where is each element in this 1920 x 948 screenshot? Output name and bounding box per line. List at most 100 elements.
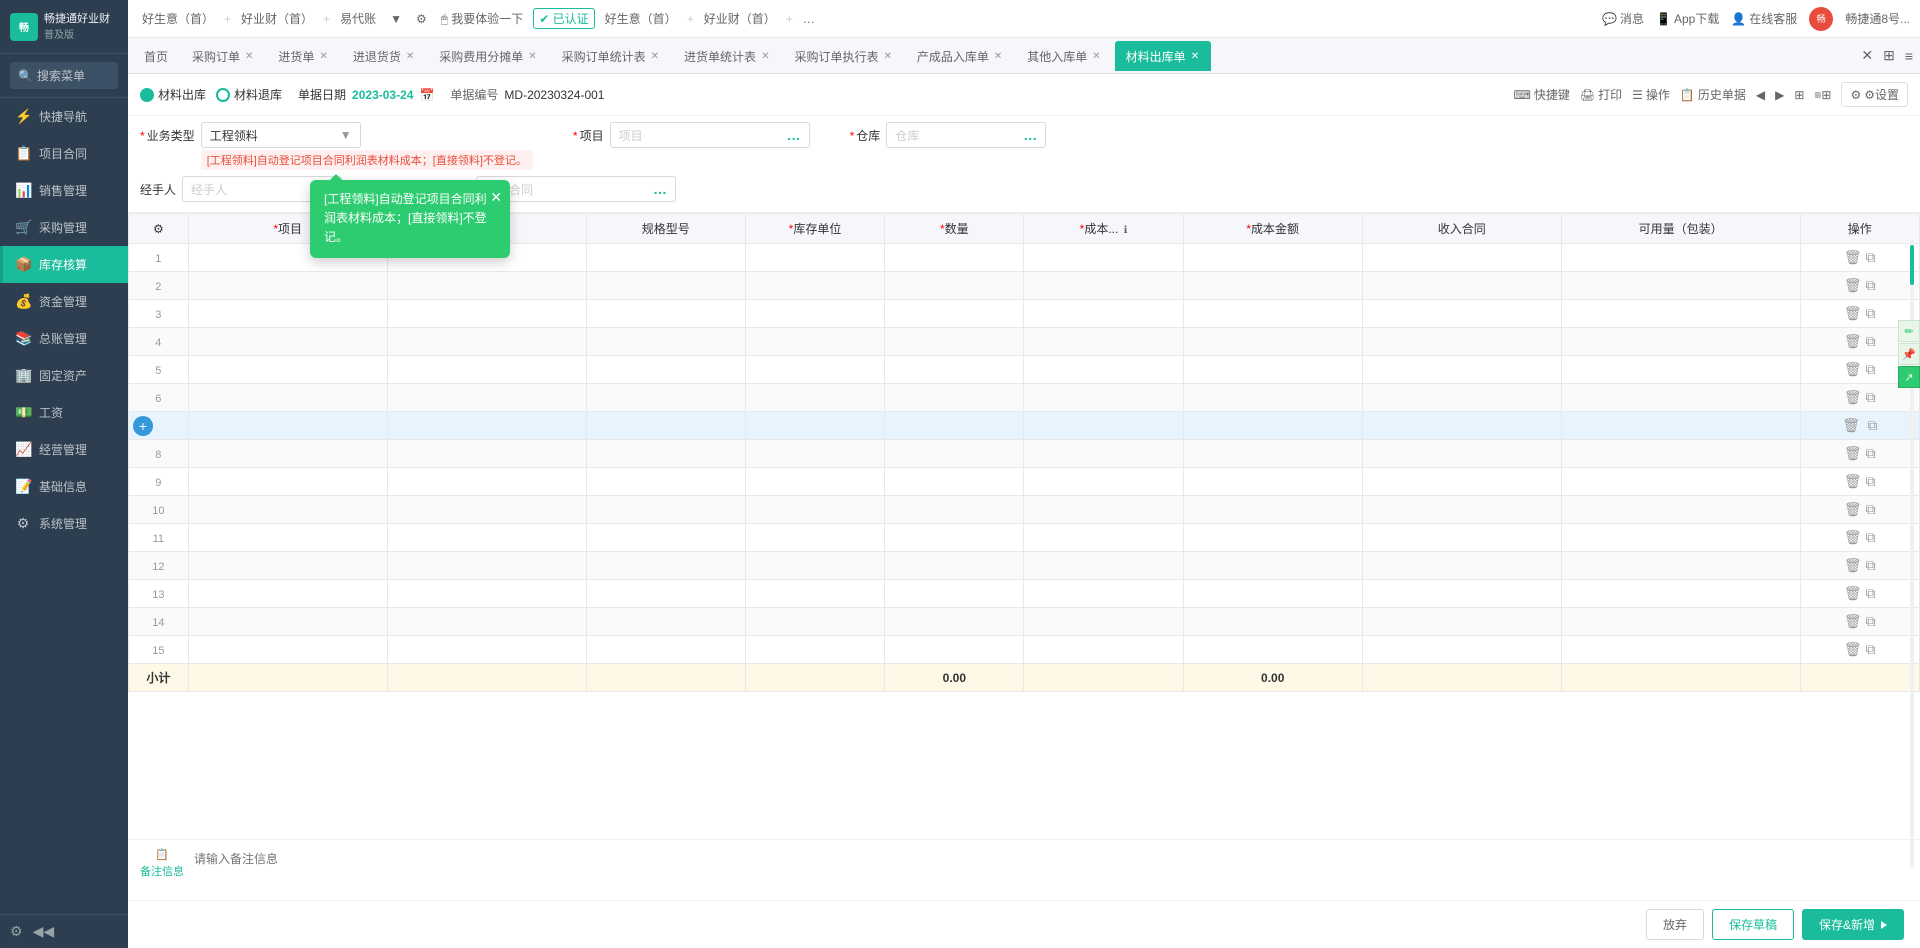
settings-footer-button[interactable]: ⚙ <box>10 923 23 940</box>
delete-row-13[interactable]: 🗑 <box>1842 583 1864 604</box>
settings-icon[interactable]: ⚙ <box>412 10 431 28</box>
th-settings[interactable]: ⚙ <box>129 214 189 244</box>
tab-home[interactable]: 首页 <box>133 41 179 71</box>
close-all-tabs-button[interactable]: ✕ <box>1859 45 1875 66</box>
tab-purchase-expense[interactable]: 采购费用分摊单 ✕ <box>428 41 548 71</box>
copy-row-3[interactable]: ⧉ <box>1864 303 1878 324</box>
copy-row-11[interactable]: ⧉ <box>1864 527 1878 548</box>
delete-row-5[interactable]: 🗑 <box>1842 359 1864 380</box>
nav-good-finance2[interactable]: 好业财（首） <box>700 8 780 29</box>
tab-goods-receipt[interactable]: 进货单 ✕ <box>267 41 339 71</box>
copy-add-row[interactable]: ⧉ <box>1865 415 1879 436</box>
tab-list-button[interactable]: ≡ <box>1903 46 1915 66</box>
delete-row-11[interactable]: 🗑 <box>1842 527 1864 548</box>
tab-close-execution[interactable]: ✕ <box>882 50 892 63</box>
delete-row-1[interactable]: 🗑 <box>1842 247 1864 268</box>
income-contract-expand-icon[interactable]: … <box>653 181 667 197</box>
search-menu-button[interactable]: 🔍 搜索菜单 <box>10 62 118 89</box>
history-button[interactable]: 📋 历史单据 <box>1680 86 1746 103</box>
radio-material-out[interactable]: 材料出库 <box>140 86 206 103</box>
copy-row-13[interactable]: ⧉ <box>1864 583 1878 604</box>
copy-row-12[interactable]: ⧉ <box>1864 555 1878 576</box>
copy-row-1[interactable]: ⧉ <box>1864 247 1878 268</box>
copy-row-15[interactable]: ⧉ <box>1864 639 1878 660</box>
nav-easy-bookkeeping[interactable]: 易代账 <box>336 8 380 29</box>
sidebar-item-quick-nav[interactable]: ⚡ 快捷导航 <box>0 98 128 135</box>
delete-row-6[interactable]: 🗑 <box>1842 387 1864 408</box>
copy-row-14[interactable]: ⧉ <box>1864 611 1878 632</box>
tab-close-finished-goods[interactable]: ✕ <box>993 50 1003 63</box>
tab-other-inbound[interactable]: 其他入库单 ✕ <box>1016 41 1112 71</box>
tab-close-purchase-order[interactable]: ✕ <box>244 50 254 63</box>
tab-close-purchase-stats[interactable]: ✕ <box>650 50 660 63</box>
nav-trial[interactable]: 🖱 我要体验一下 <box>437 8 528 29</box>
tooltip-close-button[interactable]: ✕ <box>490 186 502 208</box>
form-settings-button[interactable]: ⚙ ⚙设置 <box>1841 82 1908 107</box>
operation-button[interactable]: ☰ 操作 <box>1632 86 1670 103</box>
sidebar-item-finance[interactable]: 💰 资金管理 <box>0 283 128 320</box>
copy-row-9[interactable]: ⧉ <box>1864 471 1878 492</box>
tab-goods-stats[interactable]: 进货单统计表 ✕ <box>673 41 781 71</box>
delete-row-2[interactable]: 🗑 <box>1842 275 1864 296</box>
delete-row-8[interactable]: 🗑 <box>1842 443 1864 464</box>
nav-good-business[interactable]: 好生意（首） <box>138 8 218 29</box>
delete-add-row[interactable]: 🗑 <box>1840 415 1862 436</box>
radio-material-return[interactable]: 材料退库 <box>216 86 282 103</box>
project-input[interactable]: 项目 … <box>610 122 810 148</box>
nav-good-finance[interactable]: 好业财（首） <box>237 8 317 29</box>
tab-purchase-order-stats[interactable]: 采购订单统计表 ✕ <box>551 41 671 71</box>
delete-row-10[interactable]: 🗑 <box>1842 499 1864 520</box>
delete-row-3[interactable]: 🗑 <box>1842 303 1864 324</box>
copy-row-4[interactable]: ⧉ <box>1864 331 1878 352</box>
view-list-button[interactable]: ≡⊞ <box>1814 88 1831 102</box>
add-row-button[interactable]: + <box>133 416 153 436</box>
copy-row-8[interactable]: ⧉ <box>1864 443 1878 464</box>
copy-row-5[interactable]: ⧉ <box>1864 359 1878 380</box>
sidebar-item-purchase[interactable]: 🛒 采购管理 <box>0 209 128 246</box>
copy-row-10[interactable]: ⧉ <box>1864 499 1878 520</box>
tab-close-material-outbound[interactable]: ✕ <box>1190 50 1200 63</box>
quick-key-button[interactable]: ⌨ 快捷键 <box>1514 86 1570 103</box>
right-panel-pin-button[interactable]: 📌 <box>1898 343 1920 365</box>
nav-next-button[interactable]: ▶ <box>1775 88 1784 102</box>
delete-row-9[interactable]: 🗑 <box>1842 471 1864 492</box>
tab-close-other-inbound[interactable]: ✕ <box>1091 50 1101 63</box>
tab-purchase-execution[interactable]: 采购订单执行表 ✕ <box>783 41 903 71</box>
calendar-icon[interactable]: 📅 <box>419 88 434 102</box>
sidebar-item-basic-info[interactable]: 📝 基础信息 <box>0 468 128 505</box>
tab-view-toggle-button[interactable]: ⊞ <box>1881 45 1897 66</box>
sidebar-item-salary[interactable]: 💵 工资 <box>0 394 128 431</box>
sidebar-item-inventory[interactable]: 📦 库存核算 <box>0 246 128 283</box>
tab-purchase-order[interactable]: 采购订单 ✕ <box>181 41 265 71</box>
notes-input[interactable] <box>194 848 1908 888</box>
sidebar-item-accounting[interactable]: 📚 总账管理 <box>0 320 128 357</box>
print-button[interactable]: 🖨 打印 <box>1580 86 1622 103</box>
user-name[interactable]: 畅捷通8号... <box>1845 10 1910 27</box>
user-avatar[interactable]: 畅 <box>1809 7 1833 31</box>
sidebar-item-system[interactable]: ⚙ 系统管理 <box>0 505 128 542</box>
message-button[interactable]: 💬 消息 <box>1602 10 1644 27</box>
date-value[interactable]: 2023-03-24 <box>352 88 413 102</box>
online-service-button[interactable]: 👤 在线客服 <box>1731 10 1797 27</box>
copy-row-6[interactable]: ⧉ <box>1864 387 1878 408</box>
nav-prev-button[interactable]: ◀ <box>1756 88 1765 102</box>
copy-row-2[interactable]: ⧉ <box>1864 275 1878 296</box>
sidebar-item-project[interactable]: 📋 项目合同 <box>0 135 128 172</box>
tab-material-outbound[interactable]: 材料出库单 ✕ <box>1115 41 1211 71</box>
save-draft-button[interactable]: 保存草稿 <box>1712 909 1794 940</box>
warehouse-input[interactable]: 仓库 … <box>886 122 1046 148</box>
tab-close-goods-receipt[interactable]: ✕ <box>318 50 328 63</box>
nav-dropdown[interactable]: ▼ <box>386 10 406 28</box>
right-panel-edit-button[interactable]: ✏ <box>1898 320 1920 342</box>
delete-row-15[interactable]: 🗑 <box>1842 639 1864 660</box>
collapse-sidebar-button[interactable]: ◀◀ <box>33 923 55 940</box>
sidebar-item-fixed-assets[interactable]: 🏢 固定资产 <box>0 357 128 394</box>
tab-close-purchase-expense[interactable]: ✕ <box>527 50 537 63</box>
nav-more[interactable]: … <box>799 10 819 28</box>
discard-button[interactable]: 放弃 <box>1646 909 1704 940</box>
warehouse-expand-icon[interactable]: … <box>1023 127 1037 143</box>
view-grid-button[interactable]: ⊞ <box>1794 88 1804 102</box>
delete-row-4[interactable]: 🗑 <box>1842 331 1864 352</box>
right-panel-expand-button[interactable]: ↗ <box>1898 366 1920 388</box>
project-expand-icon[interactable]: … <box>787 127 801 143</box>
